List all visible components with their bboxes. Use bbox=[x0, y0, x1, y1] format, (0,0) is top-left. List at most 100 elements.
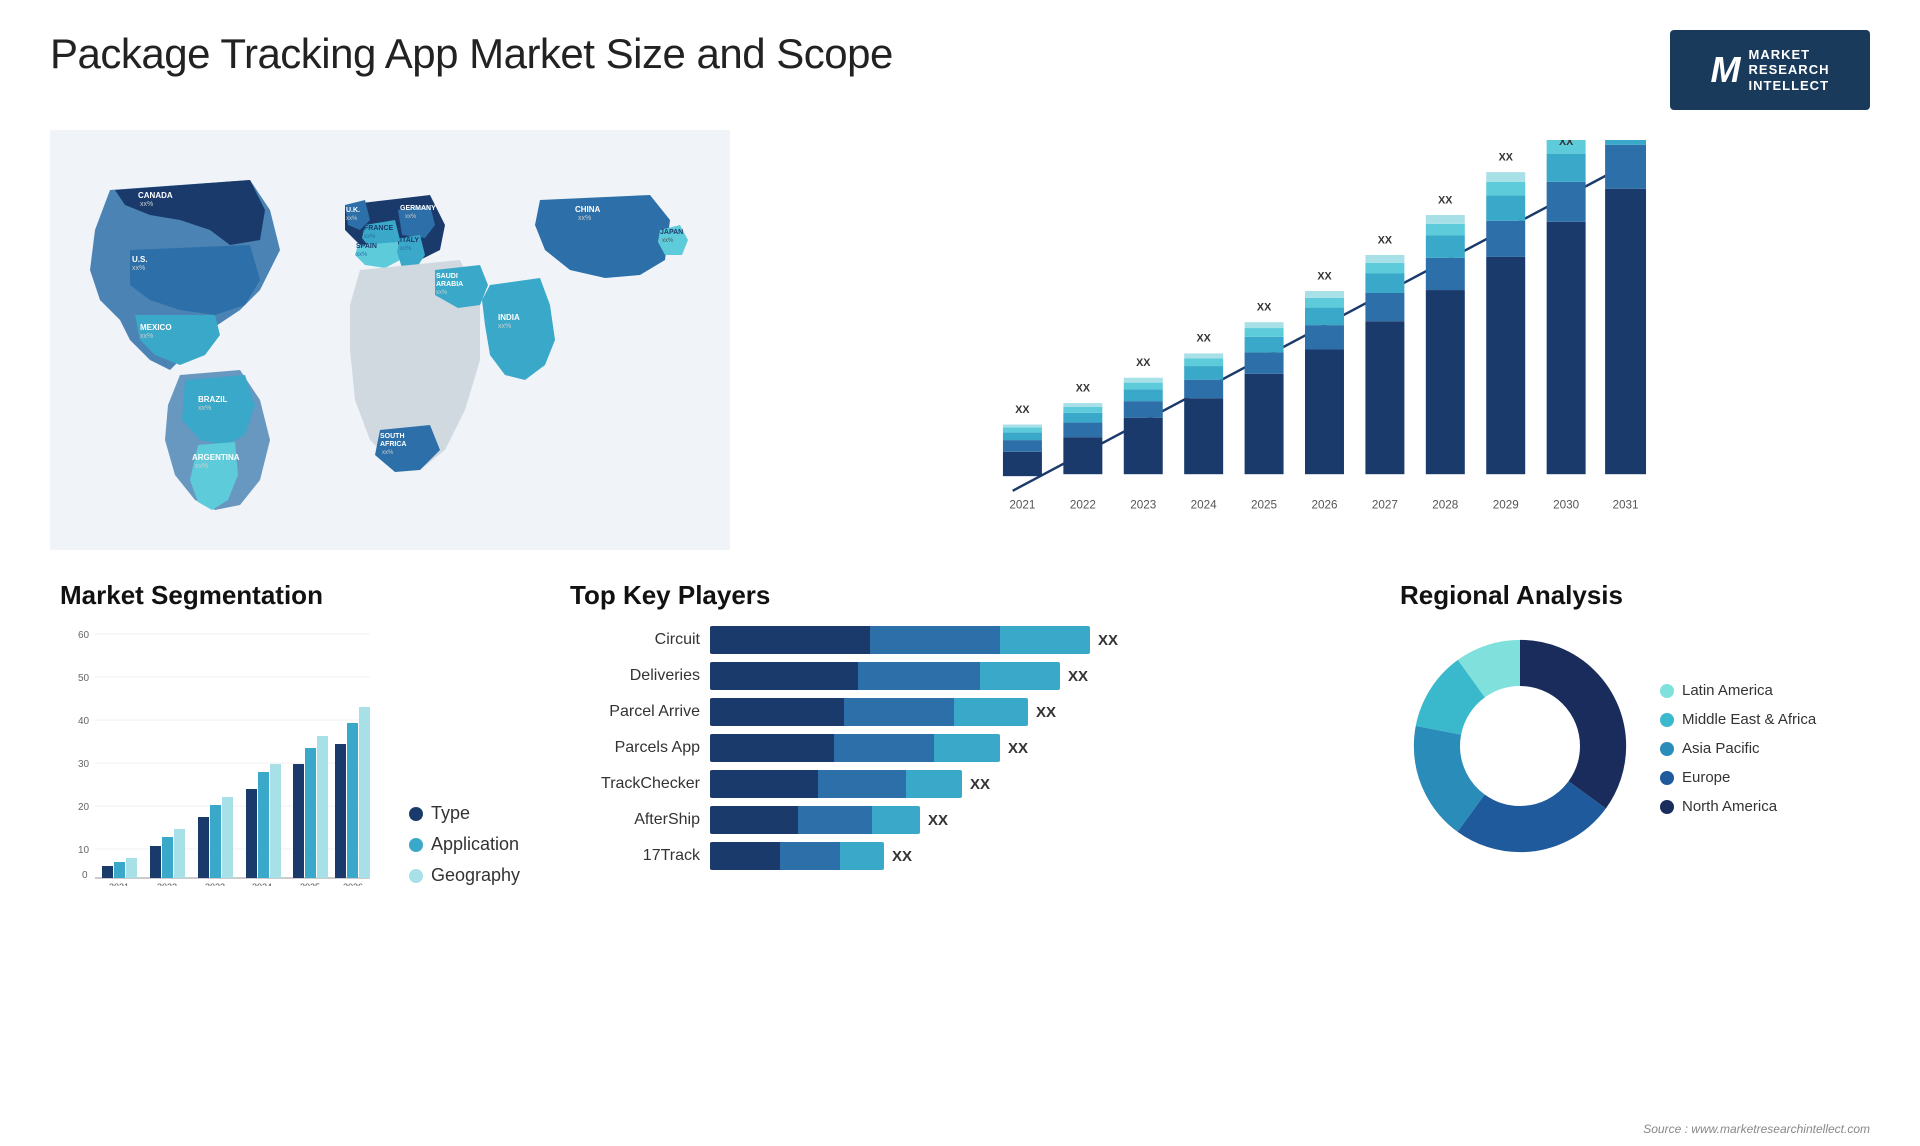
player-row-parcelarrive: Parcel Arrive XX bbox=[570, 698, 1350, 726]
logo-text: MARKET RESEARCH INTELLECT bbox=[1749, 47, 1830, 94]
svg-text:INDIA: INDIA bbox=[498, 313, 520, 322]
svg-text:2025: 2025 bbox=[1251, 498, 1278, 511]
logo-container: M MARKET RESEARCH INTELLECT bbox=[1670, 30, 1870, 110]
player-label-circuit: XX bbox=[1098, 632, 1118, 649]
page-container: Package Tracking App Market Size and Sco… bbox=[0, 0, 1920, 1146]
svg-text:2024: 2024 bbox=[252, 882, 272, 886]
reg-legend-latin: Latin America bbox=[1660, 682, 1816, 699]
northamerica-label: North America bbox=[1682, 798, 1777, 815]
donut-svg-wrap bbox=[1400, 626, 1640, 871]
player-row-parcelsapp: Parcels App XX bbox=[570, 734, 1350, 762]
regional-section: Regional Analysis bbox=[1390, 570, 1870, 896]
svg-text:50: 50 bbox=[78, 673, 90, 684]
player-name-parcelsapp: Parcels App bbox=[570, 739, 700, 757]
logo-letter: M bbox=[1711, 49, 1741, 91]
main-grid: CANADA xx% U.S. xx% MEXICO xx% BRAZIL xx… bbox=[50, 130, 1870, 896]
geography-dot bbox=[409, 869, 423, 883]
svg-text:XX: XX bbox=[1257, 302, 1272, 314]
player-label-parcelsapp: XX bbox=[1008, 740, 1028, 757]
svg-text:10: 10 bbox=[78, 845, 90, 856]
svg-text:xx%: xx% bbox=[400, 246, 412, 252]
player-bar-deliveries: XX bbox=[710, 662, 1350, 690]
player-label-parcelarrive: XX bbox=[1036, 704, 1056, 721]
svg-text:ARABIA: ARABIA bbox=[436, 281, 463, 288]
svg-text:XX: XX bbox=[1559, 140, 1574, 148]
application-dot bbox=[409, 838, 423, 852]
svg-text:CANADA: CANADA bbox=[138, 191, 173, 200]
svg-text:ITALY: ITALY bbox=[400, 237, 419, 244]
player-row-deliveries: Deliveries XX bbox=[570, 662, 1350, 690]
player-name-17track: 17Track bbox=[570, 847, 700, 865]
player-label-deliveries: XX bbox=[1068, 668, 1088, 685]
svg-text:xx%: xx% bbox=[198, 405, 211, 412]
svg-text:2021: 2021 bbox=[109, 882, 129, 886]
legend-type: Type bbox=[409, 803, 520, 824]
growth-bar-chart: XX 2021 XX 2022 XX 2023 bbox=[760, 140, 1850, 520]
svg-text:20: 20 bbox=[78, 802, 90, 813]
reg-legend-asiapacific: Asia Pacific bbox=[1660, 740, 1816, 757]
seg-legend: Type Application Geography bbox=[409, 803, 520, 886]
player-bar-parcelarrive: XX bbox=[710, 698, 1350, 726]
svg-text:xx%: xx% bbox=[356, 252, 368, 258]
svg-text:xx%: xx% bbox=[405, 214, 417, 220]
bottom-grid: Market Segmentation 60 50 40 30 20 10 0 bbox=[50, 570, 1870, 896]
svg-text:xx%: xx% bbox=[140, 201, 153, 208]
svg-text:U.S.: U.S. bbox=[132, 255, 148, 264]
type-dot bbox=[409, 807, 423, 821]
svg-text:ARGENTINA: ARGENTINA bbox=[192, 453, 240, 462]
legend-geography: Geography bbox=[409, 865, 520, 886]
legend-application-label: Application bbox=[431, 834, 519, 855]
svg-text:2021: 2021 bbox=[1009, 498, 1035, 511]
svg-text:60: 60 bbox=[78, 630, 90, 641]
svg-text:U.K.: U.K. bbox=[346, 207, 360, 214]
svg-text:xx%: xx% bbox=[662, 238, 674, 244]
svg-text:XX: XX bbox=[1076, 382, 1091, 394]
regional-title: Regional Analysis bbox=[1400, 580, 1860, 611]
player-name-circuit: Circuit bbox=[570, 631, 700, 649]
svg-text:BRAZIL: BRAZIL bbox=[198, 395, 227, 404]
svg-text:xx%: xx% bbox=[364, 234, 376, 240]
svg-text:2022: 2022 bbox=[1070, 498, 1096, 511]
page-title: Package Tracking App Market Size and Sco… bbox=[50, 30, 893, 78]
northamerica-dot bbox=[1660, 800, 1674, 814]
svg-text:xx%: xx% bbox=[346, 216, 358, 222]
asiapacific-dot bbox=[1660, 742, 1674, 756]
svg-text:xx%: xx% bbox=[132, 265, 145, 272]
legend-type-label: Type bbox=[431, 803, 470, 824]
reg-legend-europe: Europe bbox=[1660, 769, 1816, 786]
svg-text:2031: 2031 bbox=[1613, 498, 1639, 511]
segmentation-section: Market Segmentation 60 50 40 30 20 10 0 bbox=[50, 570, 530, 896]
svg-text:2027: 2027 bbox=[1372, 498, 1398, 511]
player-label-trackchecker: XX bbox=[970, 776, 990, 793]
svg-text:2030: 2030 bbox=[1553, 498, 1580, 511]
logo-line1: MARKET bbox=[1749, 47, 1830, 63]
svg-text:30: 30 bbox=[78, 759, 90, 770]
svg-text:2024: 2024 bbox=[1191, 498, 1218, 511]
svg-text:2026: 2026 bbox=[1311, 498, 1337, 511]
reg-legend-mea: Middle East & Africa bbox=[1660, 711, 1816, 728]
svg-text:SAUDI: SAUDI bbox=[436, 273, 458, 280]
latin-label: Latin America bbox=[1682, 682, 1773, 699]
player-bar-parcelsapp: XX bbox=[710, 734, 1350, 762]
svg-text:xx%: xx% bbox=[382, 450, 394, 456]
player-row-17track: 17Track XX bbox=[570, 842, 1350, 870]
svg-text:MEXICO: MEXICO bbox=[140, 323, 172, 332]
players-section: Top Key Players Circuit XX bbox=[550, 570, 1370, 896]
svg-text:xx%: xx% bbox=[436, 290, 448, 296]
svg-text:2022: 2022 bbox=[157, 882, 177, 886]
svg-text:xx%: xx% bbox=[578, 215, 591, 222]
svg-text:XX: XX bbox=[1438, 194, 1453, 206]
bar-chart-section: XX 2021 XX 2022 XX 2023 bbox=[740, 130, 1870, 550]
europe-dot bbox=[1660, 771, 1674, 785]
player-bar-circuit: XX bbox=[710, 626, 1350, 654]
svg-text:XX: XX bbox=[1317, 270, 1332, 282]
header: Package Tracking App Market Size and Sco… bbox=[50, 30, 1870, 110]
svg-text:GERMANY: GERMANY bbox=[400, 205, 436, 212]
player-row-aftership: AfterShip XX bbox=[570, 806, 1350, 834]
player-bar-17track: XX bbox=[710, 842, 1350, 870]
player-bar-aftership: XX bbox=[710, 806, 1350, 834]
mea-label: Middle East & Africa bbox=[1682, 711, 1816, 728]
player-name-aftership: AfterShip bbox=[570, 811, 700, 829]
svg-text:XX: XX bbox=[1015, 404, 1030, 416]
svg-text:SOUTH: SOUTH bbox=[380, 433, 405, 440]
